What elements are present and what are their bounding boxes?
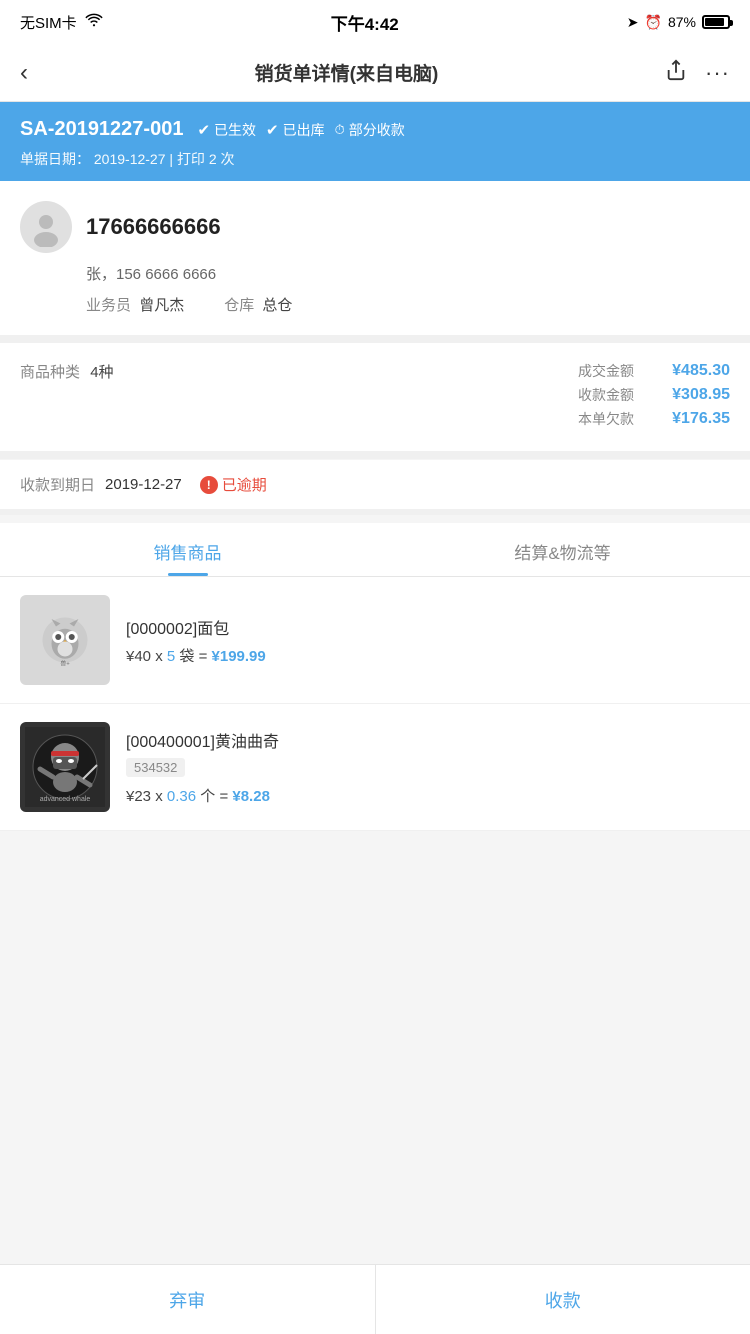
tab-settlement[interactable]: 结算&物流等	[375, 523, 750, 576]
battery-icon	[702, 15, 730, 29]
order-date-info: 单据日期： 2019-12-27 | 打印 2 次	[20, 149, 730, 169]
divider-1	[0, 335, 750, 343]
status-badges: ✔ 已生效 ✔ 已出库 ⏱ 部分收款	[197, 120, 404, 140]
overdue-icon: !	[200, 476, 218, 494]
battery-percent: 87%	[668, 14, 696, 30]
product-info-1: [0000002]面包 ¥40 x 5 袋 = ¥199.99	[126, 615, 730, 666]
location-icon: ➤	[627, 14, 639, 31]
product-qty-2: 0.36	[167, 788, 196, 805]
confirm-button[interactable]: 收款	[376, 1265, 750, 1334]
customer-top: 17666666666	[20, 201, 730, 253]
received-label: 收款金额	[578, 385, 634, 405]
wifi-icon	[85, 13, 103, 31]
product-qty-1: 5	[167, 648, 175, 665]
badge-shipped: ✔ 已出库	[266, 120, 325, 140]
products-list: 兽+ [0000002]面包 ¥40 x 5 袋 = ¥199.99	[0, 577, 750, 831]
carrier-label: 无SIM卡	[20, 12, 77, 33]
nav-actions: ···	[665, 59, 730, 87]
product-name-1: [0000002]面包	[126, 615, 730, 639]
salesman-label: 业务员	[86, 297, 131, 314]
more-icon[interactable]: ···	[705, 60, 730, 86]
order-date: 2019-12-27	[94, 151, 166, 167]
overdue-text: 已逾期	[222, 474, 267, 495]
debt-row: 本单欠款 ¥176.35	[578, 409, 730, 429]
clock-icon: ⏱	[335, 122, 345, 138]
separator: |	[169, 151, 177, 167]
check-icon-effective: ✔	[197, 121, 210, 139]
customer-section: 17666666666 张，156 6666 6666 业务员 曾凡杰 仓库 总…	[0, 181, 750, 335]
date-label: 单据日期：	[20, 151, 90, 167]
due-section: 收款到期日 2019-12-27 ! 已逾期	[0, 460, 750, 509]
print-info: 打印 2 次	[177, 151, 235, 167]
product-thumb-1: 兽+	[20, 595, 110, 685]
status-right: ➤ ⏰ 87%	[627, 14, 730, 31]
status-left: 无SIM卡	[20, 12, 103, 33]
tab-products[interactable]: 销售商品	[0, 523, 375, 576]
debt-value: ¥176.35	[650, 410, 730, 428]
due-date-value: 2019-12-27	[105, 476, 182, 493]
product-type-count: 4种	[90, 364, 113, 381]
due-date-label: 收款到期日	[20, 474, 95, 495]
customer-meta: 业务员 曾凡杰 仓库 总仓	[20, 294, 730, 315]
check-icon-shipped: ✔	[266, 121, 279, 139]
summary-left: 商品种类 4种	[20, 361, 114, 384]
bottom-bar: 弃审 收款	[0, 1264, 750, 1334]
amount-value: ¥485.30	[650, 362, 730, 380]
svg-text:advanced whale: advanced whale	[40, 796, 91, 803]
page-title: 销货单详情(来自电脑)	[255, 59, 439, 86]
summary-section: 商品种类 4种 成交金额 ¥485.30 收款金额 ¥308.95 本单欠款 ¥…	[0, 343, 750, 451]
product-thumb-2: advanced whale	[20, 722, 110, 812]
overdue-badge: ! 已逾期	[200, 474, 267, 495]
amount-row: 成交金额 ¥485.30	[578, 361, 730, 381]
product-info-2: [000400001]黄油曲奇 534532 ¥23 x 0.36 个 = ¥8…	[126, 728, 730, 806]
warehouse-item: 仓库 总仓	[224, 294, 292, 315]
product-batch-2: 534532	[126, 758, 185, 777]
customer-id: 17666666666	[86, 214, 221, 240]
received-row: 收款金额 ¥308.95	[578, 385, 730, 405]
divider-3	[0, 509, 750, 515]
cancel-button[interactable]: 弃审	[0, 1265, 376, 1334]
warehouse-label: 仓库	[224, 297, 254, 314]
badge-effective: ✔ 已生效	[197, 120, 256, 140]
summary-right: 成交金额 ¥485.30 收款金额 ¥308.95 本单欠款 ¥176.35	[578, 361, 730, 433]
product-type-label: 商品种类	[20, 364, 80, 381]
product-price-1: ¥40 x 5 袋 = ¥199.99	[126, 645, 730, 666]
list-item: 兽+ [0000002]面包 ¥40 x 5 袋 = ¥199.99	[0, 577, 750, 704]
avatar	[20, 201, 72, 253]
debt-label: 本单欠款	[578, 409, 634, 429]
warehouse-value: 总仓	[262, 297, 292, 314]
received-value: ¥308.95	[650, 386, 730, 404]
badge-payment: ⏱ 部分收款	[335, 120, 405, 140]
tabs-section: 销售商品 结算&物流等	[0, 523, 750, 577]
status-bar: 无SIM卡 下午4:42 ➤ ⏰ 87%	[0, 0, 750, 44]
status-time: 下午4:42	[331, 10, 399, 35]
customer-contact: 张，156 6666 6666	[20, 263, 730, 284]
product-name-2: [000400001]黄油曲奇	[126, 728, 730, 752]
salesman-item: 业务员 曾凡杰	[86, 294, 184, 315]
salesman-value: 曾凡杰	[139, 297, 184, 314]
product-total-1: ¥199.99	[212, 648, 266, 665]
nav-bar: ‹ 销货单详情(来自电脑) ···	[0, 44, 750, 102]
order-id: SA-20191227-001	[20, 118, 183, 141]
share-icon[interactable]	[665, 59, 687, 87]
alarm-icon: ⏰	[645, 14, 662, 31]
product-type-item: 商品种类 4种	[20, 361, 114, 382]
product-price-2: ¥23 x 0.36 个 = ¥8.28	[126, 785, 730, 806]
amount-label: 成交金额	[578, 361, 634, 381]
header-banner: SA-20191227-001 ✔ 已生效 ✔ 已出库 ⏱ 部分收款 单据日期：…	[0, 102, 750, 181]
divider-2	[0, 451, 750, 459]
product-total-2: ¥8.28	[232, 788, 270, 805]
list-item: advanced whale [000400001]黄油曲奇 534532 ¥2…	[0, 704, 750, 831]
back-button[interactable]: ‹	[20, 59, 28, 87]
